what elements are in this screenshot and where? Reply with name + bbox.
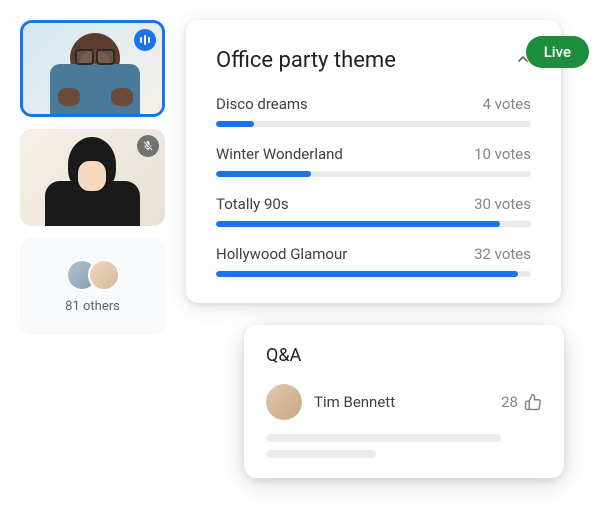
participant-column: 81 others: [20, 20, 165, 335]
poll-title: Office party theme: [216, 48, 396, 73]
avatar: [88, 259, 120, 291]
live-badge: Live: [526, 36, 589, 68]
participant-tile-2[interactable]: [20, 129, 165, 226]
avatar-stack: [66, 259, 120, 291]
progress-track: [216, 271, 531, 277]
poll-card: Office party theme Disco dreams 4 votes …: [186, 20, 561, 303]
progress-fill: [216, 271, 518, 277]
qa-author-name: Tim Bennett: [314, 393, 489, 411]
poll-option-label: Totally 90s: [216, 195, 289, 213]
qa-content-placeholder: [266, 434, 542, 458]
participant-tile-1[interactable]: [20, 20, 165, 117]
poll-option[interactable]: Winter Wonderland 10 votes: [216, 145, 531, 177]
progress-track: [216, 171, 531, 177]
progress-track: [216, 221, 531, 227]
skeleton-line: [266, 450, 376, 458]
poll-option-votes: 10 votes: [474, 145, 531, 163]
upvote-count: 28: [501, 393, 518, 411]
progress-fill: [216, 221, 500, 227]
poll-option[interactable]: Disco dreams 4 votes: [216, 95, 531, 127]
progress-fill: [216, 121, 254, 127]
poll-option-votes: 4 votes: [483, 95, 531, 113]
poll-option-label: Disco dreams: [216, 95, 308, 113]
speaking-icon: [134, 29, 156, 51]
poll-option-label: Winter Wonderland: [216, 145, 343, 163]
thumbs-up-icon: [524, 393, 542, 411]
progress-track: [216, 121, 531, 127]
qa-title: Q&A: [266, 345, 542, 366]
qa-item[interactable]: Tim Bennett 28: [266, 384, 542, 420]
upvote-button[interactable]: 28: [501, 393, 542, 411]
poll-option-votes: 30 votes: [474, 195, 531, 213]
skeleton-line: [266, 434, 501, 442]
poll-option[interactable]: Totally 90s 30 votes: [216, 195, 531, 227]
others-count: 81 others: [65, 299, 120, 314]
muted-icon: [137, 135, 159, 157]
poll-option[interactable]: Hollywood Glamour 32 votes: [216, 245, 531, 277]
progress-fill: [216, 171, 311, 177]
others-tile[interactable]: 81 others: [20, 238, 165, 335]
poll-option-votes: 32 votes: [474, 245, 531, 263]
poll-option-label: Hollywood Glamour: [216, 245, 347, 263]
qa-card: Q&A Tim Bennett 28: [244, 325, 564, 478]
avatar: [266, 384, 302, 420]
